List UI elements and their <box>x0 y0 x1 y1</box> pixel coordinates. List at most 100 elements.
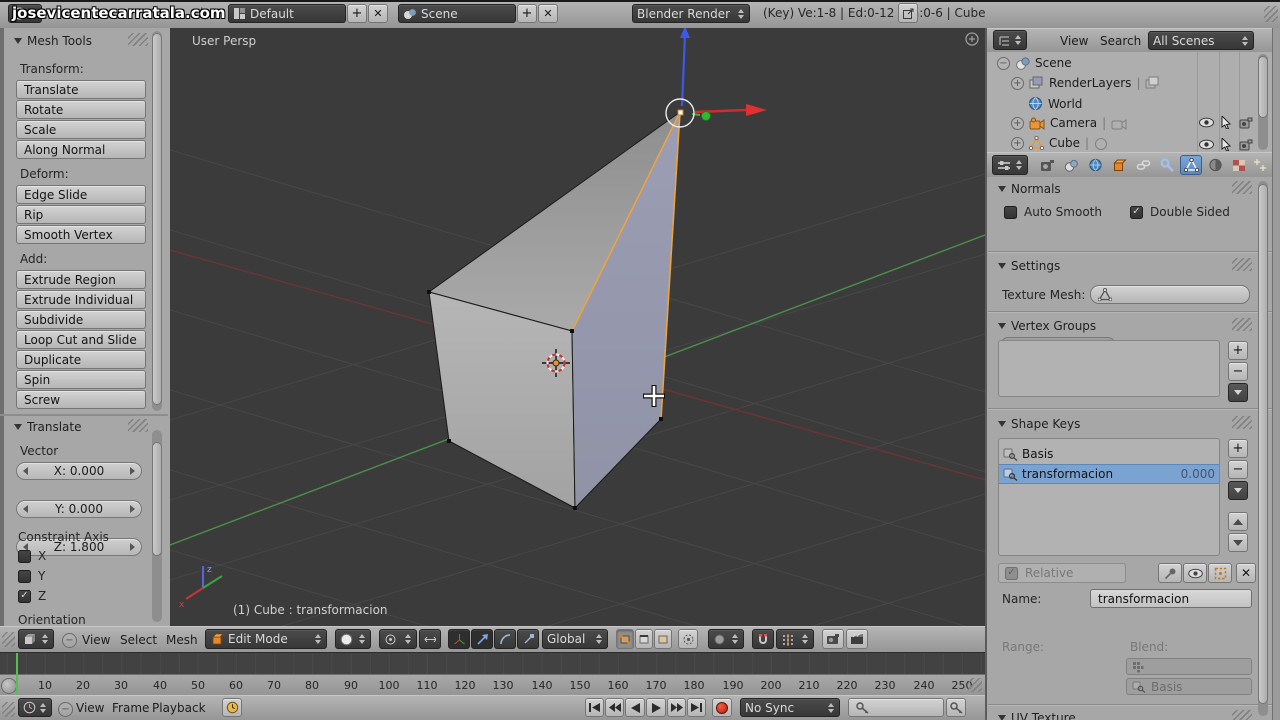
rip-button[interactable]: Rip <box>16 205 146 224</box>
outliner-item-label[interactable]: Scene <box>1035 56 1072 70</box>
resize-grip[interactable] <box>1264 6 1278 22</box>
cube-mesh[interactable] <box>427 109 684 510</box>
shape-keys-list[interactable]: Basis transformacion 0.000 <box>998 438 1220 556</box>
vertex-select-toggle[interactable] <box>616 629 634 649</box>
renderability-camera-icon[interactable] <box>1239 139 1253 151</box>
window-duplicate-button[interactable] <box>898 3 918 23</box>
expand-icon[interactable]: + <box>1011 116 1024 130</box>
timeline-menu-view[interactable]: View <box>76 701 104 715</box>
timeline-ruler[interactable]: 10 20 30 40 50 60 70 80 90 100 110 120 1… <box>0 674 985 696</box>
viewport-menu-view[interactable]: View <box>82 633 110 647</box>
translate-button[interactable]: Translate <box>16 80 146 99</box>
viewport-editor-selector[interactable] <box>18 629 54 649</box>
shapekey-move-up-button[interactable] <box>1228 512 1248 531</box>
redo-panel-scrollbar-thumb[interactable] <box>152 442 162 556</box>
viewport-menu-mesh[interactable]: Mesh <box>166 633 198 647</box>
use-preview-range-toggle[interactable] <box>222 698 242 717</box>
constraint-x-checkbox[interactable] <box>18 549 31 563</box>
render-opengl-button[interactable] <box>822 629 844 649</box>
outliner-row-scene[interactable]: − Scene <box>997 56 1072 70</box>
relative-checkbox[interactable] <box>1005 566 1018 580</box>
panel-drag-grip[interactable] <box>1232 416 1252 429</box>
proportional-edit-selector[interactable] <box>708 629 744 649</box>
tab-scene[interactable] <box>1060 155 1082 175</box>
limit-selection-visible-toggle[interactable] <box>678 629 698 649</box>
outliner-item-label[interactable]: Camera <box>1050 116 1097 130</box>
outliner-item-label[interactable]: World <box>1048 97 1082 111</box>
properties-scrollbar-thumb[interactable] <box>1258 184 1268 704</box>
shapekey-remove-button[interactable]: − <box>1228 460 1248 479</box>
vector-x-field[interactable]: X: 0.000 <box>16 462 142 480</box>
manipulator-z-arrow[interactable] <box>680 33 687 107</box>
tab-render[interactable] <box>1036 155 1058 175</box>
panel-drag-grip[interactable] <box>1232 318 1252 331</box>
viewport-menu-select[interactable]: Select <box>120 633 157 647</box>
shapekey-edit-mode-toggle[interactable] <box>1183 563 1207 583</box>
duplicate-button[interactable]: Duplicate <box>16 350 146 369</box>
play-reverse-button[interactable] <box>625 698 645 717</box>
shapekey-specials-menu[interactable] <box>1228 481 1248 500</box>
outliner-scrollbar-thumb[interactable] <box>1258 56 1268 118</box>
render-engine-selector[interactable]: Blender Render <box>632 4 750 23</box>
shapekey-value[interactable]: 0.000 <box>1181 467 1215 481</box>
extrude-individual-button[interactable]: Extrude Individual <box>16 290 146 309</box>
mode-selector[interactable]: Edit Mode <box>205 629 327 649</box>
tab-modifiers[interactable] <box>1156 155 1178 175</box>
edge-select-toggle[interactable] <box>635 629 653 649</box>
toolshelf-scrollbar-thumb[interactable] <box>152 33 162 405</box>
tab-object-data[interactable] <box>1180 155 1202 175</box>
panel-drag-grip[interactable] <box>1232 181 1252 194</box>
tab-world[interactable] <box>1084 155 1106 175</box>
ruler-knob[interactable] <box>1 678 17 694</box>
pivot-selector[interactable] <box>379 629 417 649</box>
timeline-menu-playback[interactable]: Playback <box>152 701 206 715</box>
tab-constraints[interactable] <box>1132 155 1154 175</box>
tab-particles[interactable] <box>1252 155 1266 175</box>
outliner-editor-selector[interactable] <box>993 30 1027 50</box>
panel-drag-grip[interactable] <box>1232 710 1252 720</box>
spin-button[interactable]: Spin <box>16 370 146 389</box>
translate-manipulator-toggle[interactable] <box>471 629 493 649</box>
layout-delete-button[interactable]: ✕ <box>368 4 388 23</box>
expand-icon[interactable]: + <box>1011 136 1024 150</box>
vertex-group-specials-menu[interactable] <box>1228 383 1248 402</box>
normals-panel-header[interactable]: Normals <box>998 182 1061 196</box>
jump-to-end-button[interactable] <box>687 698 706 717</box>
viewport-plus-icon[interactable] <box>965 32 979 46</box>
resize-grip[interactable] <box>2 632 15 647</box>
selected-vertex[interactable] <box>677 109 684 116</box>
outliner-menu-search[interactable]: Search <box>1100 34 1141 48</box>
face-select-toggle[interactable] <box>654 629 672 649</box>
rotate-button[interactable]: Rotate <box>16 100 146 119</box>
selectability-cursor-icon[interactable] <box>1221 116 1232 129</box>
shapekey-name-field[interactable]: transformacion <box>1090 589 1252 608</box>
scene-add-button[interactable]: + <box>517 4 537 23</box>
record-button[interactable] <box>712 698 732 717</box>
outliner-menu-view[interactable]: View <box>1060 34 1088 48</box>
vertex-group-remove-button[interactable]: − <box>1228 362 1248 381</box>
subdivide-button[interactable]: Subdivide <box>16 310 146 329</box>
sync-mode-selector[interactable]: No Sync <box>740 698 840 717</box>
blend-basis-field[interactable]: Basis <box>1126 678 1252 695</box>
shapekey-pin-toggle[interactable] <box>1158 563 1182 583</box>
uv-texture-panel-header[interactable]: UV Texture <box>998 711 1076 720</box>
orientation-selector[interactable]: Global <box>542 629 608 649</box>
visibility-eye-icon[interactable] <box>1199 139 1214 150</box>
collapse-menus-icon[interactable]: − <box>62 633 77 648</box>
vertex-groups-list[interactable] <box>998 340 1220 397</box>
mesh-tools-panel-header[interactable]: Mesh Tools <box>14 34 92 48</box>
shape-keys-panel-header[interactable]: Shape Keys <box>998 417 1080 431</box>
panel-drag-grip[interactable] <box>1232 258 1252 271</box>
viewport-shading-selector[interactable] <box>335 629 371 649</box>
constraint-z-checkbox[interactable] <box>18 589 31 603</box>
outliner-row-world[interactable]: World <box>1028 96 1082 111</box>
tab-object[interactable] <box>1108 155 1130 175</box>
outliner-row-cube[interactable]: + Cube | <box>1011 136 1108 150</box>
outliner-item-label[interactable]: RenderLayers <box>1049 76 1131 90</box>
tab-material[interactable] <box>1204 155 1226 175</box>
renderability-camera-icon[interactable] <box>1239 117 1253 129</box>
shapekey-clear-button[interactable]: ✕ <box>1236 563 1256 583</box>
manipulator-y-handle[interactable] <box>701 111 711 121</box>
vector-y-field[interactable]: Y: 0.000 <box>16 500 142 518</box>
timeline-track[interactable] <box>0 652 985 675</box>
